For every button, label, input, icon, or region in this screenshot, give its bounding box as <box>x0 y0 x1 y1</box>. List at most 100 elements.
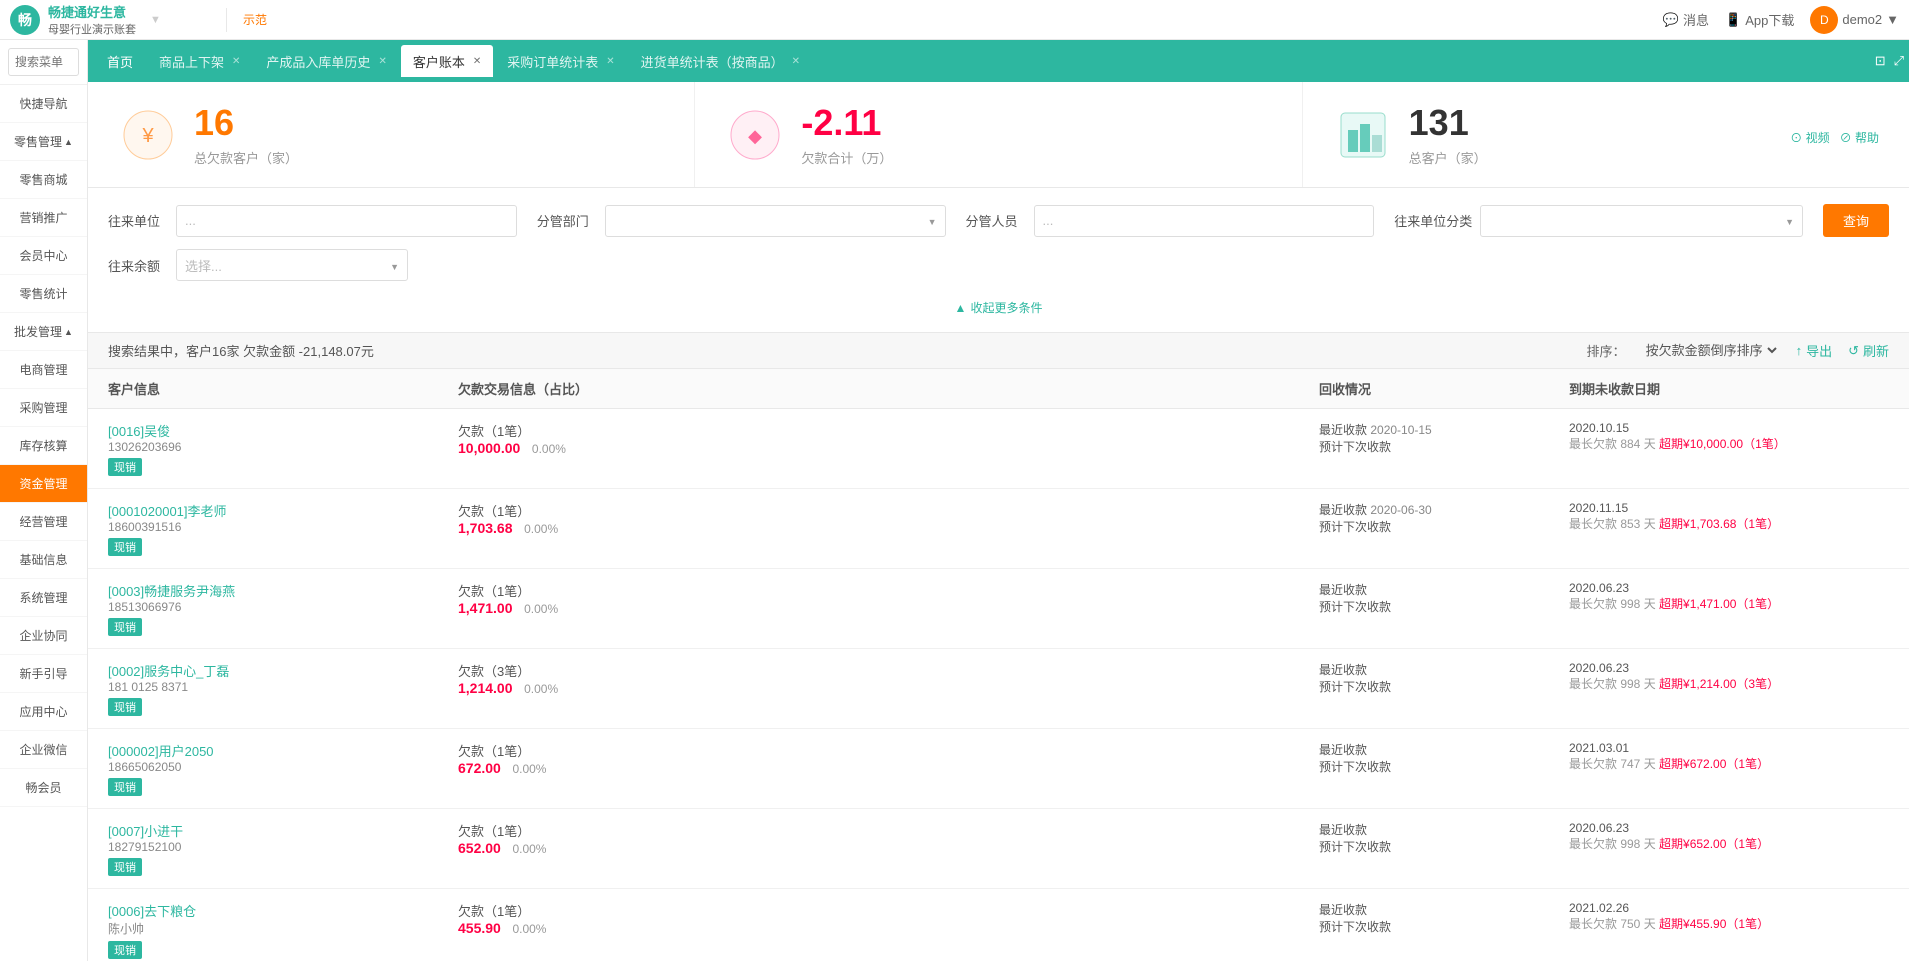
overdue-amount[interactable]: 超期¥652.00（1笔） <box>1659 837 1769 851</box>
stat-label-debt: 总欠款客户（家） <box>194 148 298 167</box>
debt-count: 欠款（1笔） <box>458 501 1319 520</box>
sidebar-item-新手引导[interactable]: 新手引导 <box>0 655 87 693</box>
tab-customer-account[interactable]: 客户账本 ✕ <box>401 45 493 77</box>
debt-info: 欠款（1笔） 1,703.68 0.00% <box>458 501 1319 536</box>
overdue-amount[interactable]: 超期¥455.90（1笔） <box>1659 917 1769 931</box>
sidebar-item-批发管理[interactable]: 批发管理 ▲ <box>0 313 87 351</box>
customer-name[interactable]: [0016]吴俊 <box>108 424 170 439</box>
search-button[interactable]: 查询 <box>1823 204 1889 237</box>
sidebar-item-零售管理[interactable]: 零售管理 ▲ <box>0 123 87 161</box>
overdue-days-row: 最长欠款 747 天 超期¥672.00（1笔） <box>1569 755 1889 772</box>
overdue-amount[interactable]: 超期¥672.00（1笔） <box>1659 757 1769 771</box>
overdue-amount[interactable]: 超期¥1,214.00（3笔） <box>1659 677 1779 691</box>
debt-amount: 672.00 <box>458 760 501 776</box>
debt-count: 欠款（1笔） <box>458 581 1319 600</box>
top-bar: 畅 畅捷通好生意 母婴行业演示账套 ▼ 示范 💬 消息 📱 App下载 D de… <box>0 0 1909 40</box>
balance-select[interactable]: 选择... <box>176 249 408 281</box>
refresh-link[interactable]: ↺ 刷新 <box>1848 341 1889 360</box>
refresh-icon: ↺ <box>1848 343 1859 359</box>
sidebar-item-电商管理[interactable]: 电商管理 <box>0 351 87 389</box>
dept-select[interactable] <box>605 205 946 237</box>
customer-name[interactable]: [0001020001]李老师 <box>108 504 227 519</box>
sidebar-item-采购管理[interactable]: 采购管理 <box>0 389 87 427</box>
tab-purchase-stats-close[interactable]: ✕ <box>606 56 614 67</box>
source-unit-input[interactable]: ... <box>176 205 517 237</box>
sidebar-item-企业协同[interactable]: 企业协同 <box>0 617 87 655</box>
customer-name[interactable]: [0006]去下粮仓 <box>108 904 196 919</box>
sidebar-item-系统管理[interactable]: 系统管理 <box>0 579 87 617</box>
manager-input[interactable]: ... <box>1034 205 1375 237</box>
overdue-amount[interactable]: 超期¥1,703.68（1笔） <box>1659 517 1779 531</box>
tab-home[interactable]: 首页 <box>93 52 147 71</box>
stat-number-debt: 16 <box>194 102 298 144</box>
sidebar-item-零售统计[interactable]: 零售统计 <box>0 275 87 313</box>
debt-percent: 0.00% <box>512 922 546 936</box>
next-collection: 预计下次收款 <box>1319 438 1569 455</box>
message-button[interactable]: 💬 消息 <box>1663 10 1709 29</box>
debt-amount: 652.00 <box>458 840 501 856</box>
debt-count: 欠款（1笔） <box>458 821 1319 840</box>
overdue-days-row: 最长欠款 750 天 超期¥455.90（1笔） <box>1569 915 1889 932</box>
collection-info: 最近收款 2020-06-30 预计下次收款 <box>1319 501 1569 535</box>
unit-category-select[interactable] <box>1480 205 1803 237</box>
message-label: 消息 <box>1683 10 1709 29</box>
tab-goods-status-close[interactable]: ✕ <box>232 56 240 67</box>
help-link[interactable]: ⊘ 帮助 <box>1840 129 1879 146</box>
short-nav[interactable]: 示范 <box>243 11 267 28</box>
tab-purchase-stats[interactable]: 采购订单统计表 ✕ <box>495 45 626 77</box>
tab-goods-stats-close[interactable]: ✕ <box>792 56 800 67</box>
source-unit-label: 往来单位 <box>108 211 168 230</box>
tab-production-close[interactable]: ✕ <box>378 56 386 67</box>
col-header-collection: 回收情况 <box>1319 379 1569 398</box>
sidebar-item-基础信息[interactable]: 基础信息 <box>0 541 87 579</box>
tab-expand-icon[interactable]: ⤢ <box>1894 53 1904 69</box>
sidebar-item-会员中心[interactable]: 会员中心 <box>0 237 87 275</box>
stat-card-all-customers: 131 总客户（家） ⊙ 视频 ⊘ 帮助 <box>1303 82 1909 187</box>
balance-label: 往来余额 <box>108 256 168 275</box>
table-row: [0003]畅捷服务尹海燕 18513066976 现销 欠款（1笔） 1,47… <box>88 569 1909 649</box>
export-link[interactable]: ↑ 导出 <box>1796 341 1833 360</box>
debt-info: 欠款（1笔） 672.00 0.00% <box>458 741 1319 776</box>
debt-count: 欠款（1笔） <box>458 421 1319 440</box>
sidebar-item-应用中心[interactable]: 应用中心 <box>0 693 87 731</box>
dropdown-arrow[interactable]: ▼ <box>150 14 161 26</box>
tab-production[interactable]: 产成品入库单历史 ✕ <box>254 45 398 77</box>
sidebar-item-营销推广[interactable]: 营销推广 <box>0 199 87 237</box>
sidebar-item-资金管理[interactable]: 资金管理 <box>0 465 87 503</box>
due-date: 2020.11.15 <box>1569 501 1889 515</box>
tab-goods-status[interactable]: 商品上下架 ✕ <box>147 45 252 77</box>
tab-goods-stats-label: 进货单统计表（按商品） <box>641 52 784 71</box>
sidebar-item-快捷导航[interactable]: 快捷导航 <box>0 85 87 123</box>
overdue-amount[interactable]: 超期¥10,000.00（1笔） <box>1659 437 1786 451</box>
user-menu[interactable]: D demo2 ▼ <box>1810 6 1899 34</box>
customer-name[interactable]: [0002]服务中心_丁磊 <box>108 664 229 679</box>
sidebar-item-零售商城[interactable]: 零售商城 <box>0 161 87 199</box>
sort-select[interactable]: 按欠款金额倒序排序 <box>1642 342 1780 359</box>
sidebar-search-input[interactable] <box>8 48 79 76</box>
sidebar-item-经营管理[interactable]: 经营管理 <box>0 503 87 541</box>
username: demo2 <box>1842 12 1882 27</box>
sidebar-item-库存核算[interactable]: 库存核算 <box>0 427 87 465</box>
app-download-button[interactable]: 📱 App下载 <box>1725 10 1794 29</box>
customer-name[interactable]: [000002]用户2050 <box>108 744 214 759</box>
tab-goods-stats[interactable]: 进货单统计表（按商品） ✕ <box>629 45 812 77</box>
debt-info: 欠款（1笔） 10,000.00 0.00% <box>458 421 1319 456</box>
sidebar-item-企业微信[interactable]: 企业微信 <box>0 731 87 769</box>
results-summary: 搜索结果中，客户16家 欠款金额 -21,148.07元 <box>108 341 374 360</box>
overdue-amount[interactable]: 超期¥1,471.00（1笔） <box>1659 597 1779 611</box>
manager-dots: ... <box>1043 213 1054 228</box>
tab-restore-icon[interactable]: ⊡ <box>1875 53 1886 69</box>
sidebar-item-畅会员[interactable]: 畅会员 <box>0 769 87 807</box>
last-collection: 最近收款 <box>1319 661 1569 678</box>
tab-customer-account-close[interactable]: ✕ <box>473 56 481 67</box>
filter-source-unit: 往来单位 ... <box>108 205 517 237</box>
view-link[interactable]: ⊙ 视频 <box>1790 129 1829 146</box>
customer-name[interactable]: [0003]畅捷服务尹海燕 <box>108 584 235 599</box>
debt-count: 欠款（3笔） <box>458 661 1319 680</box>
stat-icon-money: ¥ <box>118 105 178 165</box>
debt-info: 欠款（1笔） 1,471.00 0.00% <box>458 581 1319 616</box>
collapse-button[interactable]: ▲ 收起更多条件 <box>108 293 1889 322</box>
customer-info: [0007]小进干 18279152100 现销 <box>108 821 458 876</box>
customer-name[interactable]: [0007]小进干 <box>108 824 183 839</box>
dept-label: 分管部门 <box>537 211 597 230</box>
